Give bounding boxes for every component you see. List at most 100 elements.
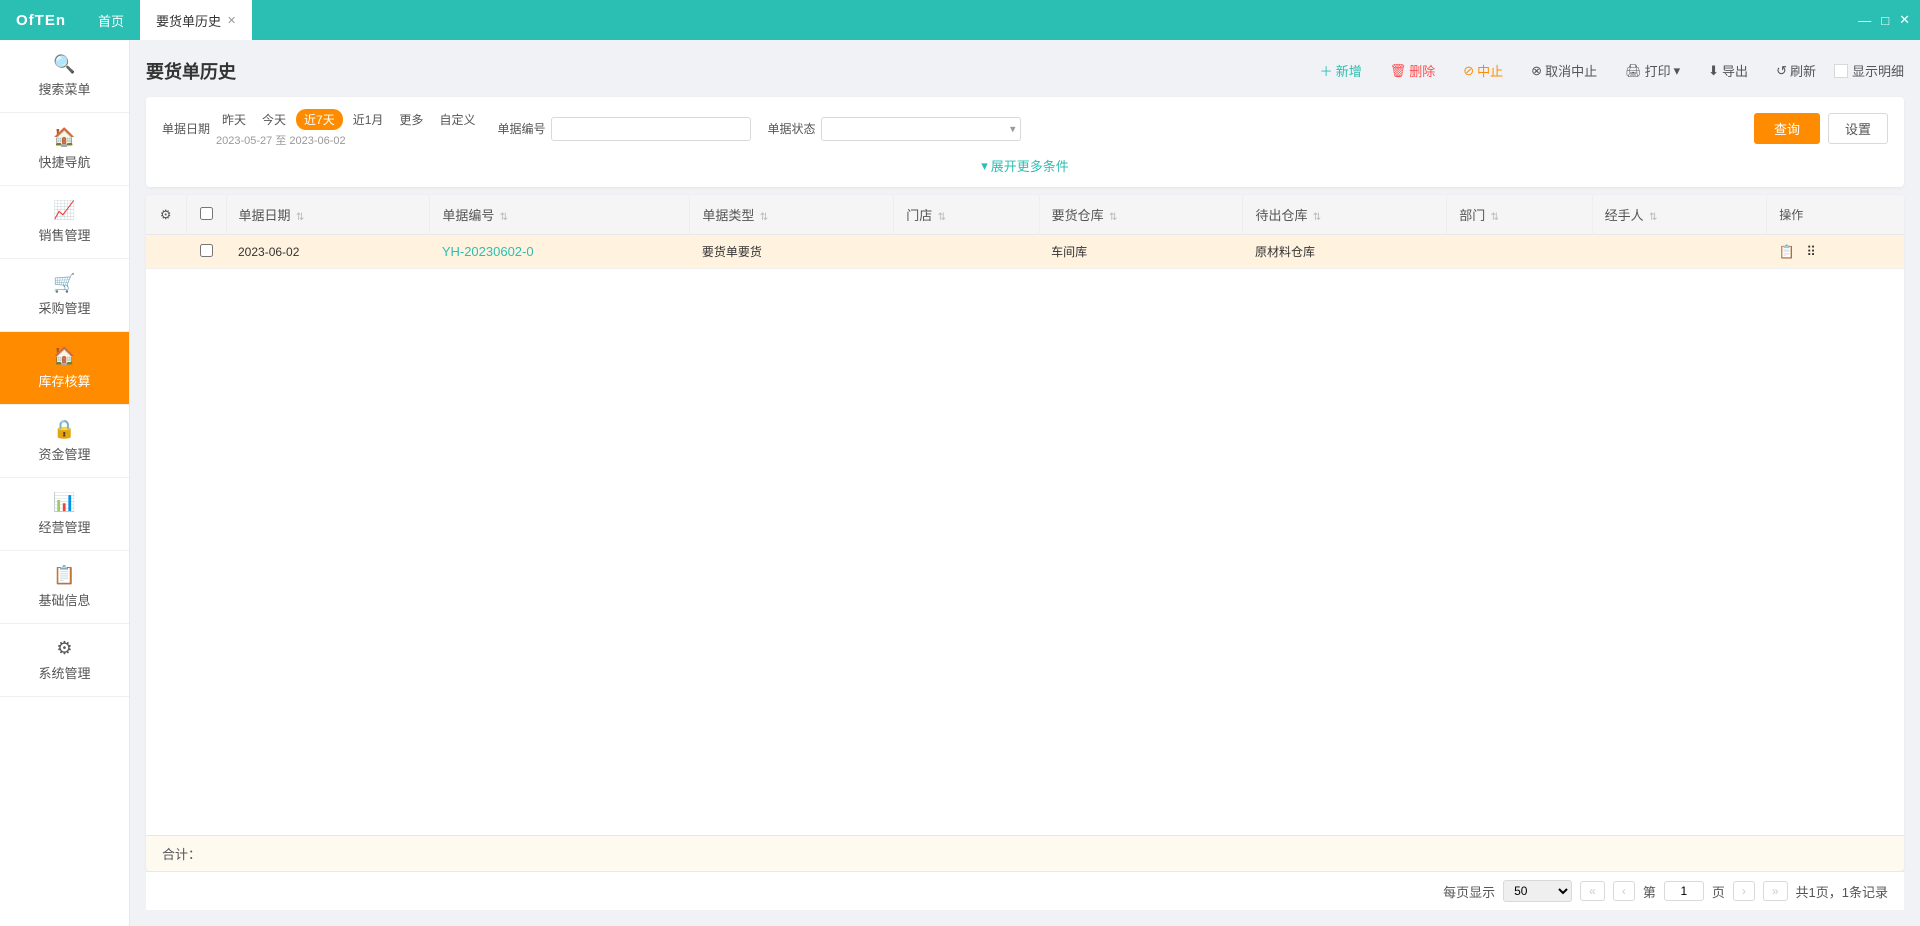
row-action-more-icon[interactable]: ⠿	[1806, 244, 1816, 259]
sort-icon-req-warehouse[interactable]: ⇅	[1109, 212, 1117, 223]
select-all-checkbox[interactable]	[200, 207, 213, 220]
col-action: 操作	[1767, 195, 1904, 235]
table-footer: 合计：	[146, 835, 1904, 871]
status-label: 单据状态	[767, 120, 815, 137]
toolbar: ＋ 新增 🗑 删除 ⊘ 中止 ⊗ 取消中止 🖨 打印	[1310, 56, 1904, 85]
table-row: 2023-06-02 YH-20230602-0 要货单要货 车间库 原材料仓库	[146, 235, 1904, 269]
sidebar-item-search-menu[interactable]: 🔍 搜索菜单	[0, 40, 129, 113]
delete-icon: 🗑	[1390, 63, 1407, 79]
table-scroll[interactable]: ⚙ 单据日期 ⇅ 单据编号 ⇅	[146, 195, 1904, 835]
delete-button[interactable]: 🗑 删除	[1380, 56, 1446, 85]
expand-more-button[interactable]: ▾ 展开更多条件	[981, 156, 1069, 175]
sort-icon-doc-type[interactable]: ⇅	[760, 212, 768, 223]
prev-page-button[interactable]: ‹	[1613, 881, 1635, 901]
row-store	[894, 235, 1039, 269]
expand-label: 展开更多条件	[991, 156, 1069, 175]
display-detail-label-text: 显示明细	[1852, 61, 1904, 80]
minimize-btn[interactable]: —	[1858, 13, 1871, 28]
filter-row: 单据日期 昨天 今天 近7天 近1月 更多 自定义 2023-05-27 至 2…	[162, 109, 1888, 148]
export-icon: ⬇	[1708, 63, 1719, 79]
sort-icon-store[interactable]: ⇅	[938, 212, 946, 223]
export-button[interactable]: ⬇ 导出	[1698, 56, 1758, 85]
print-label: 打印	[1645, 61, 1671, 80]
sidebar-item-finance-mgmt[interactable]: 🔒 资金管理	[0, 405, 129, 478]
basic-info-icon: 📋	[53, 565, 75, 586]
date-filter-block: 昨天 今天 近7天 近1月 更多 自定义 2023-05-27 至 2023-0…	[216, 109, 481, 148]
sidebar-item-inventory-mgmt[interactable]: 🏠 库存核算	[0, 332, 129, 405]
col-doc-type: 单据类型 ⇅	[690, 195, 894, 235]
purchase-mgmt-icon: 🛒	[53, 273, 75, 294]
sidebar-item-basic-info[interactable]: 📋 基础信息	[0, 551, 129, 624]
sidebar-item-label-sales-mgmt: 销售管理	[38, 225, 90, 244]
date-shortcuts: 昨天 今天 近7天 近1月 更多 自定义	[216, 109, 481, 130]
sidebar-item-purchase-mgmt[interactable]: 🛒 采购管理	[0, 259, 129, 332]
print-button[interactable]: 🖨 打印 ▾	[1615, 56, 1690, 85]
tab-close-icon[interactable]: ✕	[227, 14, 236, 27]
status-select[interactable]	[821, 117, 1021, 141]
settings-button[interactable]: 设置	[1828, 113, 1888, 144]
sort-icon-department[interactable]: ⇅	[1491, 212, 1499, 223]
sort-icon-handler[interactable]: ⇅	[1649, 212, 1657, 223]
page-size-select[interactable]: 50 10 20 100	[1503, 880, 1572, 902]
sort-icon-pending-warehouse[interactable]: ⇅	[1313, 212, 1321, 223]
sidebar-item-ops-mgmt[interactable]: 📊 经营管理	[0, 478, 129, 551]
row-req-warehouse: 车间库	[1039, 235, 1243, 269]
page-label-prefix: 第	[1643, 882, 1656, 901]
tab-requisition-history[interactable]: 要货单历史 ✕	[140, 0, 252, 40]
sidebar-item-label-basic-info: 基础信息	[38, 590, 90, 609]
page-input[interactable]	[1664, 881, 1704, 901]
date-btn-today[interactable]: 今天	[256, 109, 292, 130]
page-size-label: 每页显示	[1443, 882, 1495, 901]
row-department	[1447, 235, 1592, 269]
search-menu-icon: 🔍	[53, 54, 75, 75]
content-area: 要货单历史 ＋ 新增 🗑 删除 ⊘ 中止 ⊗ 取消中止	[130, 40, 1920, 926]
next-page-button[interactable]: ›	[1733, 881, 1755, 901]
date-range-text: 2023-05-27 至 2023-06-02	[216, 132, 481, 148]
tab-home[interactable]: 首页	[82, 0, 140, 40]
first-page-button[interactable]: «	[1580, 881, 1605, 901]
doc-no-filter-group: 单据编号	[497, 117, 751, 141]
date-btn-yesterday[interactable]: 昨天	[216, 109, 252, 130]
settings-gear-icon[interactable]: ⚙	[160, 207, 172, 222]
col-settings: ⚙	[146, 195, 186, 235]
sort-icon-doc-date[interactable]: ⇅	[296, 212, 304, 223]
sys-mgmt-icon: ⚙	[56, 638, 72, 659]
date-btn-more[interactable]: 更多	[393, 109, 429, 130]
col-store: 门店 ⇅	[894, 195, 1039, 235]
sidebar-item-sales-mgmt[interactable]: 📈 销售管理	[0, 186, 129, 259]
table-header-row: ⚙ 单据日期 ⇅ 单据编号 ⇅	[146, 195, 1904, 235]
row-checkbox[interactable]	[200, 244, 213, 257]
refresh-button[interactable]: ↺ 刷新	[1766, 56, 1826, 85]
filter-actions: 查询 设置	[1754, 113, 1888, 144]
ops-mgmt-icon: 📊	[53, 492, 75, 513]
date-btn-last7days[interactable]: 近7天	[296, 109, 343, 130]
last-page-button[interactable]: »	[1763, 881, 1788, 901]
sidebar-item-sys-mgmt[interactable]: ⚙ 系统管理	[0, 624, 129, 697]
table-body: 2023-06-02 YH-20230602-0 要货单要货 车间库 原材料仓库	[146, 235, 1904, 269]
cancel-stop-button[interactable]: ⊗ 取消中止	[1521, 56, 1607, 85]
stop-button[interactable]: ⊘ 中止	[1453, 56, 1513, 85]
doc-no-input[interactable]	[551, 117, 751, 141]
app-brand: OfTEn	[0, 12, 82, 29]
col-doc-no: 单据编号 ⇅	[430, 195, 690, 235]
cancel-stop-icon: ⊗	[1531, 63, 1542, 79]
total-info: 共1页，1条记录	[1796, 882, 1888, 901]
status-filter-group: 单据状态	[767, 117, 1021, 141]
new-label: 新增	[1336, 61, 1362, 80]
main-layout: 🔍 搜索菜单 🏠 快捷导航 📈 销售管理 🛒 采购管理 🏠 库存核算 🔒 资金管…	[0, 40, 1920, 926]
close-btn[interactable]: ✕	[1899, 12, 1910, 28]
new-button[interactable]: ＋ 新增	[1310, 56, 1372, 85]
maximize-btn[interactable]: □	[1881, 13, 1889, 28]
row-doc-no-link[interactable]: YH-20230602-0	[442, 244, 534, 259]
query-button[interactable]: 查询	[1754, 113, 1820, 144]
row-doc-date: 2023-06-02	[226, 235, 430, 269]
display-detail-toggle[interactable]: 显示明细	[1834, 61, 1904, 80]
row-action-view-icon[interactable]: 📋	[1779, 244, 1795, 259]
date-btn-last1month[interactable]: 近1月	[347, 109, 390, 130]
sidebar-item-label-search-menu: 搜索菜单	[38, 79, 90, 98]
sort-icon-doc-no[interactable]: ⇅	[500, 212, 508, 223]
sidebar-item-quick-nav[interactable]: 🏠 快捷导航	[0, 113, 129, 186]
date-btn-custom[interactable]: 自定义	[433, 109, 481, 130]
row-settings-cell	[146, 235, 186, 269]
display-detail-checkbox[interactable]	[1834, 64, 1848, 78]
